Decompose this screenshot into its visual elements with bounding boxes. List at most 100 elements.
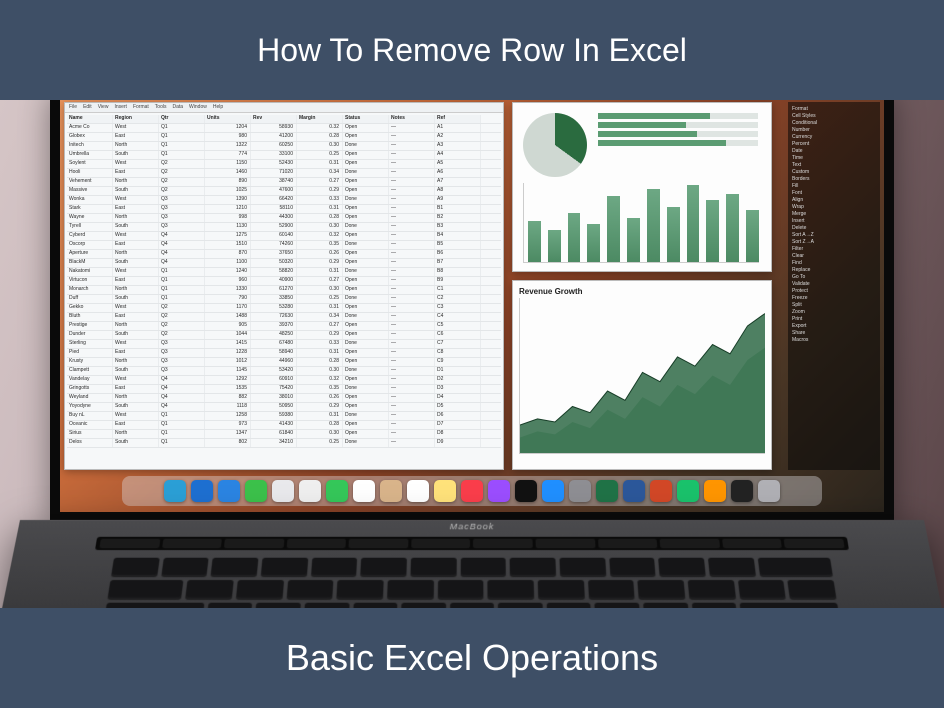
table-row[interactable]: SterlingWestQ31415674800.33Done—C7 xyxy=(67,340,501,349)
table-row[interactable]: VandelayWestQ41292609100.32Open—D2 xyxy=(67,376,501,385)
table-row[interactable]: UmbrellaSouthQ1774331000.25Open—A4 xyxy=(67,151,501,160)
table-row[interactable]: PiedEastQ31228589400.31Open—C8 xyxy=(67,349,501,358)
side-panel-item[interactable]: Fill xyxy=(792,183,876,190)
side-panel-item[interactable]: Number xyxy=(792,127,876,134)
menu-item[interactable]: Insert xyxy=(114,104,127,111)
maps-icon[interactable] xyxy=(272,480,294,502)
menu-item[interactable]: Data xyxy=(172,104,183,111)
side-panel-item[interactable]: Macros xyxy=(792,337,876,344)
table-row[interactable]: Acme CoWestQ11204589300.32Open—A1 xyxy=(67,124,501,133)
terminal-icon[interactable] xyxy=(731,480,753,502)
trash-icon[interactable] xyxy=(758,480,780,502)
mail-icon[interactable] xyxy=(218,480,240,502)
table-row[interactable]: SiriusNorthQ11347618400.30Open—D8 xyxy=(67,430,501,439)
side-panel-item[interactable]: Share xyxy=(792,330,876,337)
side-panel-item[interactable]: Protect xyxy=(792,288,876,295)
table-row[interactable]: VirtuconEastQ1960409000.27Open—B9 xyxy=(67,277,501,286)
table-row[interactable]: NakatomiWestQ11240588200.31Done—B8 xyxy=(67,268,501,277)
menu-item[interactable]: Edit xyxy=(83,104,92,111)
table-row[interactable]: InitechNorthQ11322602500.30Done—A3 xyxy=(67,142,501,151)
side-panel-item[interactable]: Delete xyxy=(792,225,876,232)
table-row[interactable]: SoylentWestQ21150524300.31Open—A5 xyxy=(67,160,501,169)
facetime-icon[interactable] xyxy=(326,480,348,502)
messages-icon[interactable] xyxy=(245,480,267,502)
side-panel-item[interactable]: Zoom xyxy=(792,309,876,316)
powerpoint-icon[interactable] xyxy=(650,480,672,502)
table-row[interactable]: DuffSouthQ1790338500.25Done—C2 xyxy=(67,295,501,304)
side-panel-item[interactable]: Time xyxy=(792,155,876,162)
photos-icon[interactable] xyxy=(299,480,321,502)
calendar-icon[interactable] xyxy=(353,480,375,502)
side-panel-item[interactable]: Wrap xyxy=(792,204,876,211)
notes-icon[interactable] xyxy=(434,480,456,502)
table-row[interactable]: MassiveSouthQ21025476000.29Open—A8 xyxy=(67,187,501,196)
pages-icon[interactable] xyxy=(704,480,726,502)
side-panel-item[interactable]: Borders xyxy=(792,176,876,183)
side-panel-item[interactable]: Percent xyxy=(792,141,876,148)
side-panel-item[interactable]: Cell Styles xyxy=(792,113,876,120)
table-row[interactable]: HooliEastQ21460710200.34Done—A6 xyxy=(67,169,501,178)
side-panel-item[interactable]: Export xyxy=(792,323,876,330)
table-row[interactable]: GekkoWestQ21170532800.31Open—C3 xyxy=(67,304,501,313)
side-panel-item[interactable]: Format xyxy=(792,106,876,113)
side-panel-item[interactable]: Merge xyxy=(792,211,876,218)
app-menubar[interactable]: File Edit View Insert Format Tools Data Window H… xyxy=(65,103,503,113)
settings-icon[interactable] xyxy=(569,480,591,502)
table-row[interactable]: MonarchNorthQ11330612700.30Open—C1 xyxy=(67,286,501,295)
menu-item[interactable]: Window xyxy=(189,104,207,111)
side-panel-item[interactable]: Sort A→Z xyxy=(792,232,876,239)
numbers-icon[interactable] xyxy=(677,480,699,502)
menu-item[interactable]: Format xyxy=(133,104,149,111)
side-panel-item[interactable]: Insert xyxy=(792,218,876,225)
spreadsheet-grid[interactable]: NameRegionQtrUnitsRevMarginStatusNotesRe… xyxy=(65,113,503,450)
side-panel-item[interactable]: Print xyxy=(792,316,876,323)
keyboard[interactable] xyxy=(97,558,848,608)
side-panel-item[interactable]: Text xyxy=(792,162,876,169)
table-row[interactable]: VehementNorthQ2890387400.27Open—A7 xyxy=(67,178,501,187)
table-row[interactable]: WeylandNorthQ4882380100.26Open—D4 xyxy=(67,394,501,403)
safari-icon[interactable] xyxy=(191,480,213,502)
table-row[interactable]: Buy nLWestQ11258593800.31Done—D6 xyxy=(67,412,501,421)
side-panel-item[interactable]: Find xyxy=(792,260,876,267)
side-panel-item[interactable]: Conditional xyxy=(792,120,876,127)
table-row[interactable]: GringottsEastQ41535754200.35Done—D3 xyxy=(67,385,501,394)
menu-item[interactable]: Tools xyxy=(155,104,167,111)
contacts-icon[interactable] xyxy=(380,480,402,502)
menu-item[interactable]: File xyxy=(69,104,77,111)
word-icon[interactable] xyxy=(623,480,645,502)
table-row[interactable]: BlackMSouthQ41100503200.29Open—B7 xyxy=(67,259,501,268)
table-row[interactable]: DunderSouthQ21044482500.29Open—C6 xyxy=(67,331,501,340)
table-row[interactable]: PrestigeNorthQ2905393700.27Open—C5 xyxy=(67,322,501,331)
side-panel-item[interactable]: Sort Z→A xyxy=(792,239,876,246)
table-row[interactable]: YoyodyneSouthQ41118509500.29Open—D5 xyxy=(67,403,501,412)
table-row[interactable]: OscorpEastQ41510742600.35Done—B5 xyxy=(67,241,501,250)
menu-item[interactable]: View xyxy=(98,104,109,111)
side-panel-item[interactable]: Go To xyxy=(792,274,876,281)
side-panel-item[interactable]: Freeze xyxy=(792,295,876,302)
side-panel-item[interactable]: Filter xyxy=(792,246,876,253)
table-row[interactable]: ApertureNorthQ4870376500.26Open—B6 xyxy=(67,250,501,259)
table-row[interactable]: StarkEastQ31210581100.31Open—B1 xyxy=(67,205,501,214)
side-panel-item[interactable]: Clear xyxy=(792,253,876,260)
side-panel-item[interactable]: Font xyxy=(792,190,876,197)
table-row[interactable]: CyberdWestQ41275601400.32Open—B4 xyxy=(67,232,501,241)
menu-item[interactable]: Help xyxy=(213,104,223,111)
table-row[interactable]: ClampettSouthQ31145534200.30Done—D1 xyxy=(67,367,501,376)
tv-icon[interactable] xyxy=(515,480,537,502)
table-row[interactable]: GlobexEastQ1980412000.28Open—A2 xyxy=(67,133,501,142)
side-panel-item[interactable]: Date xyxy=(792,148,876,155)
finder-icon[interactable] xyxy=(164,480,186,502)
table-row[interactable]: BluthEastQ21488726300.34Done—C4 xyxy=(67,313,501,322)
touch-bar[interactable] xyxy=(95,537,849,550)
reminders-icon[interactable] xyxy=(407,480,429,502)
music-icon[interactable] xyxy=(461,480,483,502)
appstore-icon[interactable] xyxy=(542,480,564,502)
side-panel-item[interactable]: Currency xyxy=(792,134,876,141)
side-panel-item[interactable]: Custom xyxy=(792,169,876,176)
table-row[interactable]: KrustyNorthQ31012449600.28Open—C9 xyxy=(67,358,501,367)
table-row[interactable]: TyrellSouthQ31130529000.30Done—B3 xyxy=(67,223,501,232)
side-panel-item[interactable]: Align xyxy=(792,197,876,204)
table-row[interactable]: OceanicEastQ1973414300.28Open—D7 xyxy=(67,421,501,430)
side-panel-item[interactable]: Split xyxy=(792,302,876,309)
table-row[interactable]: WayneNorthQ3998443000.28Open—B2 xyxy=(67,214,501,223)
